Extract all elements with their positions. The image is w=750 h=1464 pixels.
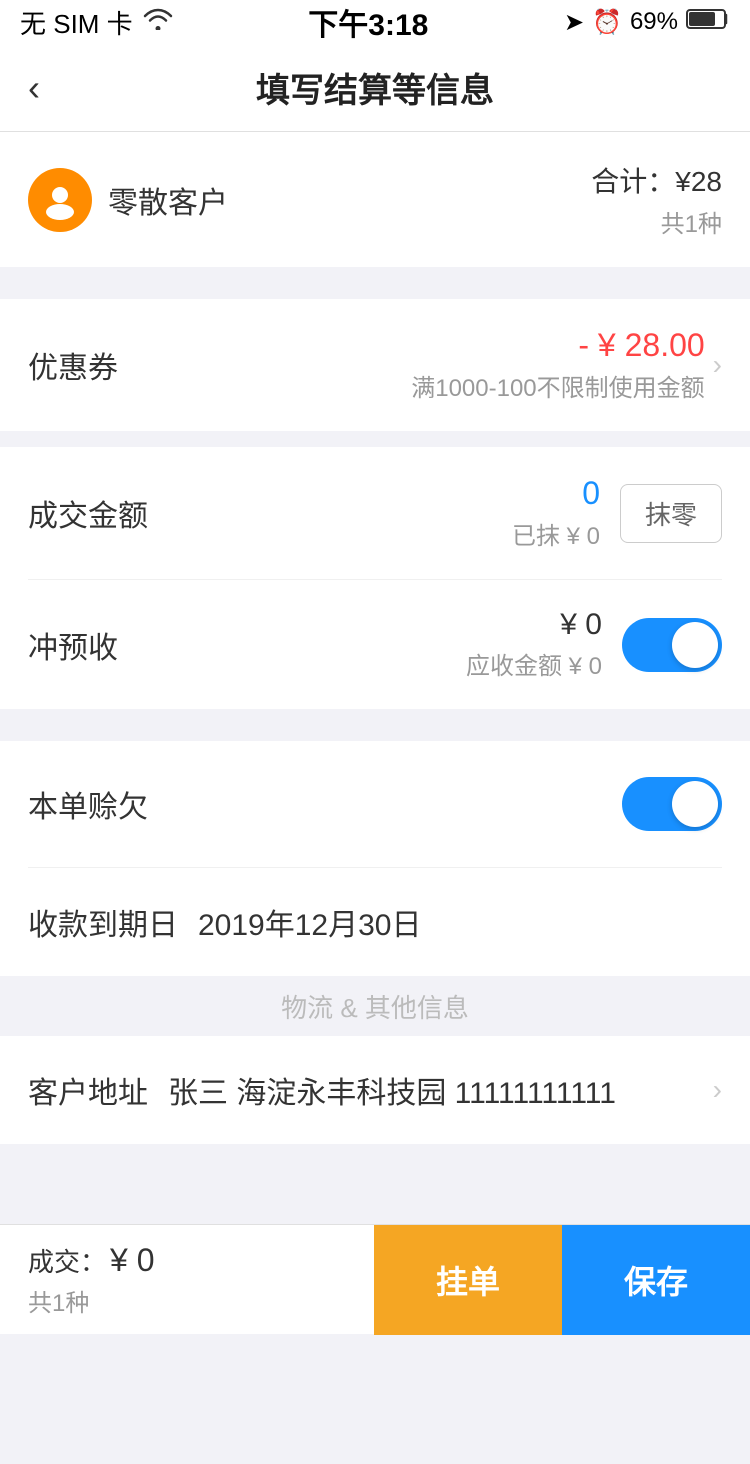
coupon-discount: - ¥ 28.00 (411, 327, 704, 364)
advance-right: ¥ 0 应收金额 ¥ 0 (466, 608, 722, 681)
logistics-label: 物流 & 其他信息 (281, 988, 469, 1025)
advance-label: 冲预收 (28, 623, 118, 667)
bottom-amount: ¥ 0 (110, 1242, 154, 1279)
coupon-info: - ¥ 28.00 满1000-100不限制使用金额 (411, 327, 704, 403)
status-bar: 无 SIM 卡 下午3:18 ➤ ⏰ 69% (0, 0, 750, 44)
coupon-label: 优惠券 (28, 343, 118, 387)
bottom-deal-label: 成交： (28, 1242, 106, 1279)
already-rounded-text: 已抹 ¥ 0 (512, 516, 600, 551)
due-date-row: 收款到期日 2019年12月30日 (28, 868, 722, 976)
advance-toggle[interactable] (622, 618, 722, 672)
bottom-count: 共1种 (28, 1283, 346, 1318)
address-label: 客户地址 (28, 1068, 148, 1112)
address-row[interactable]: 客户地址 张三 海淀永丰科技园 11111111111 › (28, 1036, 722, 1144)
back-button[interactable]: ‹ (28, 67, 40, 109)
transaction-section: 成交金额 0 已抹 ¥ 0 抹零 冲预收 ¥ 0 应收金额 ¥ 0 (0, 447, 750, 709)
customer-left: 零散客户 (28, 168, 228, 232)
save-button[interactable]: 保存 (562, 1225, 750, 1335)
divider-2 (0, 431, 750, 447)
due-date-value: 2019年12月30日 (198, 900, 421, 944)
debt-toggle[interactable] (622, 777, 722, 831)
bottom-bar: 成交： ¥ 0 共1种 挂单 保存 (0, 1224, 750, 1334)
customer-section: 零散客户 合计：¥28 共1种 (0, 132, 750, 267)
battery-label: 69% (630, 8, 678, 36)
address-chevron-icon: › (713, 1074, 722, 1106)
advance-amount-value: ¥ 0 (466, 608, 602, 642)
deal-amount-col: 0 已抹 ¥ 0 (512, 475, 600, 551)
wifi-icon (143, 8, 173, 36)
customer-name: 零散客户 (108, 178, 228, 222)
status-left: 无 SIM 卡 (20, 4, 173, 41)
chevron-right-icon: › (713, 349, 722, 381)
alarm-icon: ⏰ (592, 8, 622, 37)
customer-total: 合计：¥28 共1种 (591, 160, 722, 239)
divider-1 (0, 267, 750, 283)
deal-amount-row: 成交金额 0 已抹 ¥ 0 抹零 (28, 447, 722, 580)
page-title: 填写结算等信息 (256, 63, 494, 112)
location-icon: ➤ (564, 8, 584, 37)
deal-amount-label: 成交金额 (28, 491, 148, 535)
status-right: ➤ ⏰ 69% (564, 8, 730, 37)
coupon-right: - ¥ 28.00 满1000-100不限制使用金额 › (411, 327, 722, 403)
divider-3 (0, 709, 750, 725)
advance-amount-col: ¥ 0 应收金额 ¥ 0 (466, 608, 602, 681)
hang-button[interactable]: 挂单 (374, 1225, 562, 1335)
battery-icon (686, 8, 730, 37)
total-count-label: 共1种 (591, 204, 722, 239)
coupon-desc: 满1000-100不限制使用金额 (411, 368, 704, 403)
due-date-label: 收款到期日 (28, 900, 178, 944)
debt-label: 本单赊欠 (28, 782, 148, 826)
round-off-button[interactable]: 抹零 (620, 484, 722, 543)
total-amount-label: 合计：¥28 (591, 160, 722, 200)
deal-amount-value: 0 (512, 475, 600, 512)
address-section: 客户地址 张三 海淀永丰科技园 11111111111 › (0, 1036, 750, 1144)
coupon-section[interactable]: 优惠券 - ¥ 28.00 满1000-100不限制使用金额 › (0, 299, 750, 431)
debt-row: 本单赊欠 (28, 741, 722, 868)
advance-receivable-text: 应收金额 ¥ 0 (466, 646, 602, 681)
bottom-info: 成交： ¥ 0 共1种 (0, 1242, 374, 1318)
deal-amount-right: 0 已抹 ¥ 0 抹零 (512, 475, 722, 551)
address-value: 张三 海淀永丰科技园 11111111111 (168, 1068, 713, 1112)
status-time: 下午3:18 (308, 0, 428, 44)
nav-bar: ‹ 填写结算等信息 (0, 44, 750, 132)
sim-label: 无 SIM 卡 (20, 4, 133, 41)
debt-section: 本单赊欠 收款到期日 2019年12月30日 (0, 741, 750, 976)
logistics-section: 物流 & 其他信息 (0, 976, 750, 1036)
advance-row: 冲预收 ¥ 0 应收金额 ¥ 0 (28, 580, 722, 709)
customer-avatar (28, 168, 92, 232)
bottom-deal-row: 成交： ¥ 0 (28, 1242, 346, 1279)
